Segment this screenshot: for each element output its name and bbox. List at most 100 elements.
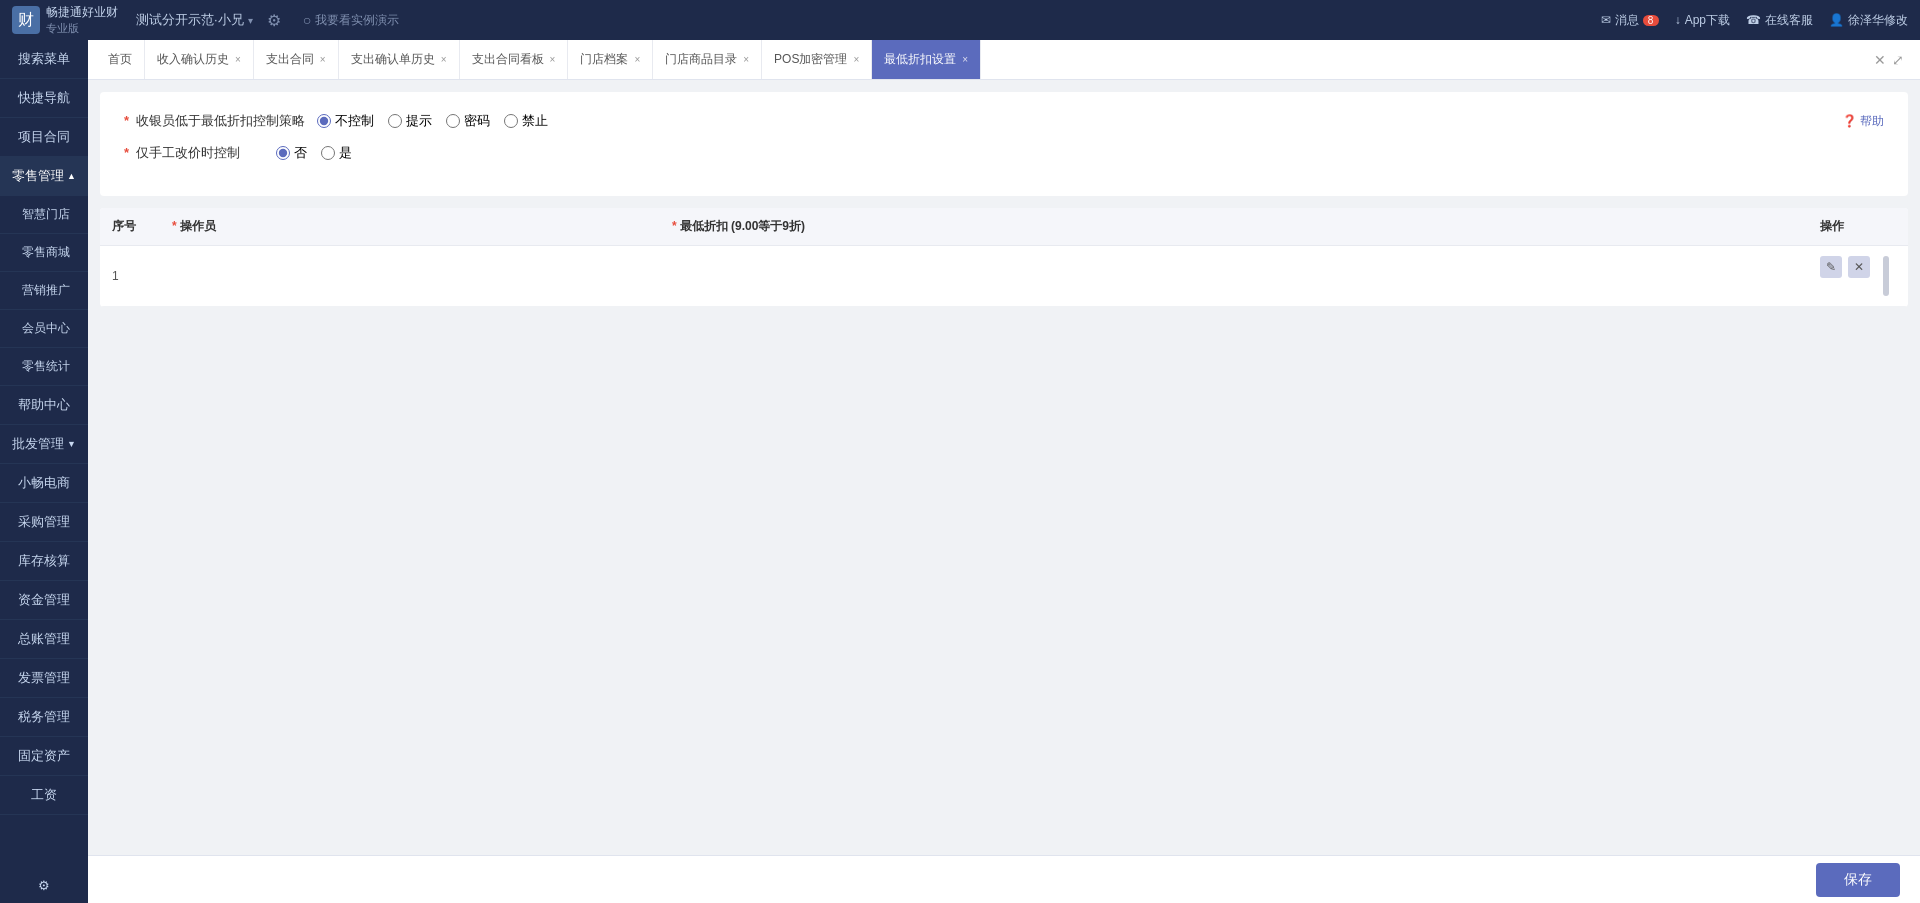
- discount-policy-label: * 收银员低于最低折扣控制策略: [124, 112, 305, 130]
- tab-actions: ✕ ⤢: [1866, 52, 1912, 68]
- settings-icon[interactable]: ⚙: [267, 11, 281, 30]
- form-row-manual-price: * 仅手工改价时控制 否 是: [124, 144, 1884, 162]
- close-icon[interactable]: ×: [634, 54, 640, 65]
- radio-no-control[interactable]: 不控制: [317, 112, 374, 130]
- close-icon[interactable]: ×: [550, 54, 556, 65]
- project-name: 测试分开示范·小兄: [136, 11, 244, 29]
- tab-store-catalog[interactable]: 门店商品目录 ×: [653, 40, 762, 79]
- tab-income-history[interactable]: 收入确认历史 ×: [145, 40, 254, 79]
- sidebar-item-marketing[interactable]: 营销推广: [0, 272, 88, 310]
- col-header-action: 操作: [1808, 208, 1908, 246]
- help-icon: ❓: [1842, 114, 1857, 128]
- sidebar-settings-icon[interactable]: ⚙: [0, 868, 88, 903]
- sidebar-item-fund-mgmt[interactable]: 资金管理: [0, 581, 88, 620]
- sidebar-item-project-contract[interactable]: 项目合同: [0, 118, 88, 157]
- sidebar-item-tax-mgmt[interactable]: 税务管理: [0, 698, 88, 737]
- tab-min-discount[interactable]: 最低折扣设置 ×: [872, 40, 981, 79]
- tab-home[interactable]: 首页: [96, 40, 145, 79]
- tab-pos-encrypt-label: POS加密管理: [774, 51, 847, 68]
- message-button[interactable]: ✉ 消息 8: [1601, 12, 1659, 29]
- cell-action: ✎ ✕: [1808, 246, 1908, 307]
- manual-price-label: * 仅手工改价时控制: [124, 144, 264, 162]
- save-button[interactable]: 保存: [1816, 863, 1900, 897]
- app-name: 畅捷通好业财: [46, 4, 118, 21]
- radio-password-input[interactable]: [446, 114, 460, 128]
- tab-expense-confirm-history[interactable]: 支出确认单历史 ×: [339, 40, 460, 79]
- discount-policy-radio-group: 不控制 提示 密码 禁止: [317, 112, 548, 130]
- discount-table: 序号 *操作员 *最低折扣 (9.00等于9折) 操作 1: [100, 208, 1908, 307]
- radio-prompt-input[interactable]: [388, 114, 402, 128]
- radio-forbid[interactable]: 禁止: [504, 112, 548, 130]
- sidebar-item-inventory[interactable]: 库存核算: [0, 542, 88, 581]
- radio-yes-label: 是: [339, 144, 352, 162]
- close-icon[interactable]: ×: [320, 54, 326, 65]
- user-menu[interactable]: 👤 徐泽华修改: [1829, 12, 1908, 29]
- tab-store-archive[interactable]: 门店档案 ×: [568, 40, 653, 79]
- tab-expense-contract[interactable]: 支出合同 ×: [254, 40, 339, 79]
- close-icon[interactable]: ×: [441, 54, 447, 65]
- col-header-operator: *操作员: [160, 208, 660, 246]
- sidebar-item-fixed-assets[interactable]: 固定资产: [0, 737, 88, 776]
- download-icon: ↓: [1675, 13, 1681, 27]
- radio-no-control-input[interactable]: [317, 114, 331, 128]
- sidebar-item-wholesale-mgmt[interactable]: 批发管理 ▼: [0, 425, 88, 464]
- radio-no-input[interactable]: [276, 146, 290, 160]
- page-content: * 收银员低于最低折扣控制策略 不控制 提示: [88, 80, 1920, 855]
- message-icon: ✉: [1601, 13, 1611, 27]
- close-icon[interactable]: ×: [235, 54, 241, 65]
- app-download-button[interactable]: ↓ App下载: [1675, 12, 1730, 29]
- collapse-icon: ▲: [67, 171, 76, 181]
- edit-row-button[interactable]: ✎: [1820, 256, 1842, 278]
- close-all-icon[interactable]: ✕: [1874, 52, 1886, 68]
- required-star: *: [124, 113, 129, 128]
- cell-discount: [660, 246, 1808, 307]
- expand-tabs-icon[interactable]: ⤢: [1892, 52, 1904, 68]
- table-card: 序号 *操作员 *最低折扣 (9.00等于9折) 操作 1: [100, 208, 1908, 307]
- message-badge: 8: [1643, 15, 1659, 26]
- action-icons: ✎ ✕: [1820, 256, 1896, 296]
- radio-password-label: 密码: [464, 112, 490, 130]
- sidebar-item-retail-stats[interactable]: 零售统计: [0, 348, 88, 386]
- radio-yes[interactable]: 是: [321, 144, 352, 162]
- sidebar-item-invoice-mgmt[interactable]: 发票管理: [0, 659, 88, 698]
- chevron-down-icon: ▾: [248, 15, 253, 26]
- operator-required-star: *: [172, 219, 177, 233]
- sidebar-item-retail-mgmt[interactable]: 零售管理 ▲: [0, 157, 88, 196]
- sidebar: 搜索菜单 快捷导航 项目合同 零售管理 ▲ 智慧门店 零售商城 营销推广 会员中…: [0, 40, 88, 903]
- sidebar-item-smart-store[interactable]: 智慧门店: [0, 196, 88, 234]
- tab-home-label: 首页: [108, 51, 132, 68]
- topbar-right: ✉ 消息 8 ↓ App下载 ☎ 在线客服 👤 徐泽华修改: [1601, 12, 1908, 29]
- radio-prompt[interactable]: 提示: [388, 112, 432, 130]
- delete-row-button[interactable]: ✕: [1848, 256, 1870, 278]
- radio-password[interactable]: 密码: [446, 112, 490, 130]
- radio-yes-input[interactable]: [321, 146, 335, 160]
- project-selector[interactable]: 测试分开示范·小兄 ▾: [136, 11, 253, 29]
- help-link[interactable]: ❓ 帮助: [1842, 113, 1884, 130]
- radio-no[interactable]: 否: [276, 144, 307, 162]
- tab-expense-contract-board[interactable]: 支出合同看板 ×: [460, 40, 569, 79]
- radio-forbid-input[interactable]: [504, 114, 518, 128]
- tab-pos-encrypt[interactable]: POS加密管理 ×: [762, 40, 872, 79]
- sidebar-item-retail-mall[interactable]: 零售商城: [0, 234, 88, 272]
- tab-bar: 首页 收入确认历史 × 支出合同 × 支出确认单历史 × 支出合同看板 × 门店…: [88, 40, 1920, 80]
- close-icon[interactable]: ×: [743, 54, 749, 65]
- col-header-seq: 序号: [100, 208, 160, 246]
- sidebar-item-quick-nav[interactable]: 快捷导航: [0, 79, 88, 118]
- expand-icon: ▼: [67, 439, 76, 449]
- tab-expense-contract-board-label: 支出合同看板: [472, 51, 544, 68]
- demo-link[interactable]: ○ 我要看实例演示: [303, 12, 399, 29]
- sidebar-item-search[interactable]: 搜索菜单: [0, 40, 88, 79]
- sidebar-item-ecommerce[interactable]: 小畅电商: [0, 464, 88, 503]
- sidebar-item-general-ledger[interactable]: 总账管理: [0, 620, 88, 659]
- close-icon[interactable]: ×: [962, 54, 968, 65]
- radio-no-control-label: 不控制: [335, 112, 374, 130]
- sidebar-item-purchase-mgmt[interactable]: 采购管理: [0, 503, 88, 542]
- sidebar-item-help-center[interactable]: 帮助中心: [0, 386, 88, 425]
- sidebar-item-member-center[interactable]: 会员中心: [0, 310, 88, 348]
- sidebar-item-payroll[interactable]: 工资: [0, 776, 88, 815]
- online-service-button[interactable]: ☎ 在线客服: [1746, 12, 1813, 29]
- tab-store-catalog-label: 门店商品目录: [665, 51, 737, 68]
- close-icon[interactable]: ×: [853, 54, 859, 65]
- required-star2: *: [124, 145, 129, 160]
- help-label: 帮助: [1860, 113, 1884, 130]
